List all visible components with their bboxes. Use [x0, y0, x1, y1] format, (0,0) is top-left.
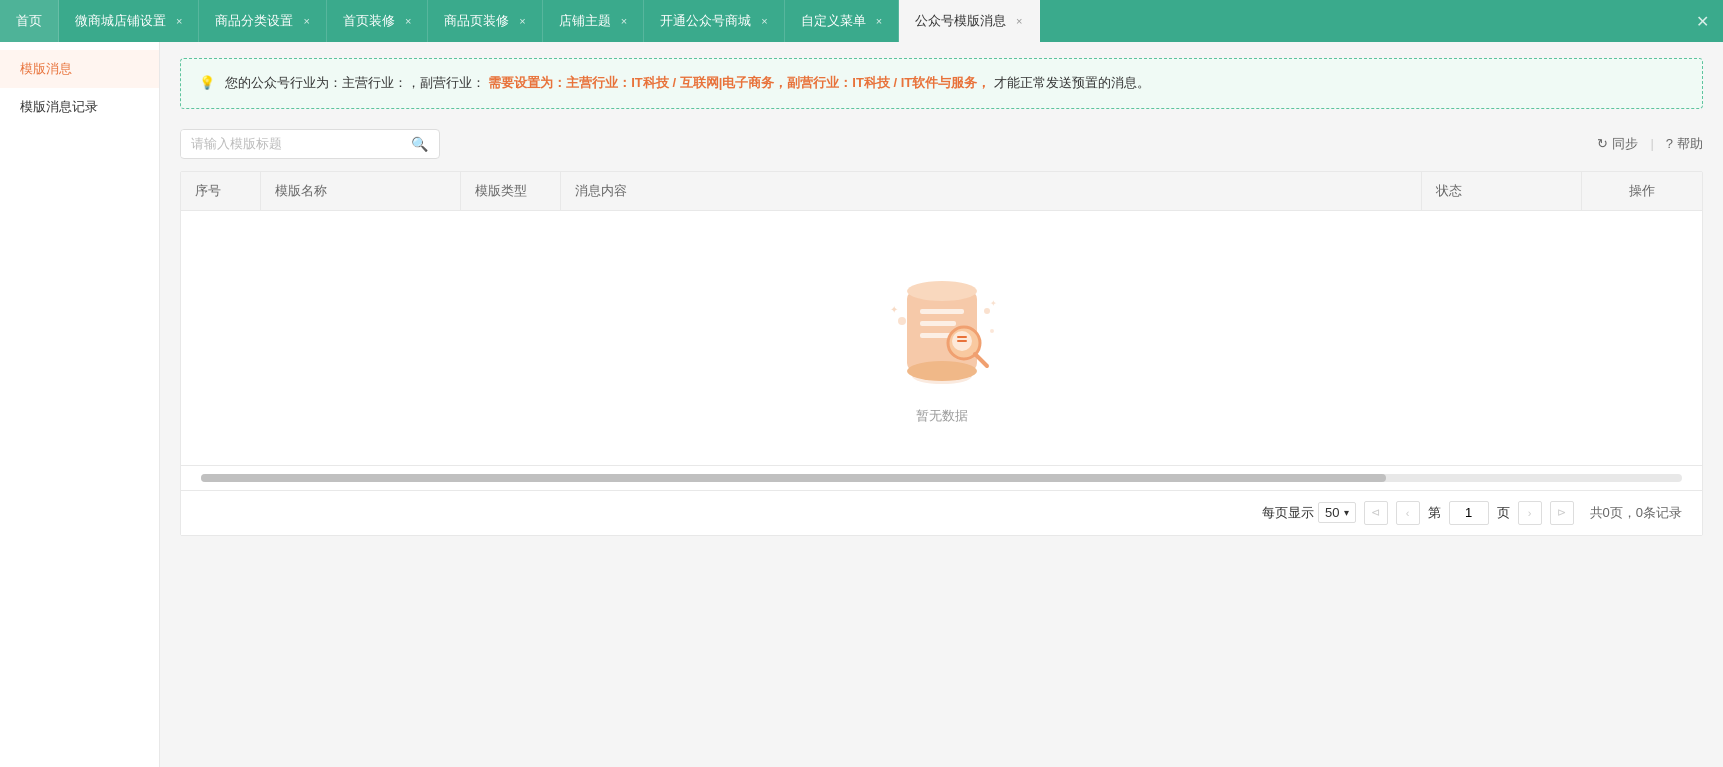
svg-point-2 [907, 281, 977, 301]
tab-1[interactable]: 微商城店铺设置 × [59, 0, 199, 42]
tab-6[interactable]: 开通公众号商城 × [644, 0, 784, 42]
search-input-wrap: 🔍 [180, 129, 440, 159]
empty-text: 暂无数据 [916, 407, 968, 425]
tab-3[interactable]: 首页装修 × [327, 0, 428, 42]
tab-7[interactable]: 自定义菜单 × [785, 0, 899, 42]
toolbar-right: ↻ 同步 | ? 帮助 [1597, 135, 1703, 153]
help-button[interactable]: ? 帮助 [1666, 135, 1703, 153]
total-count: 共0页，0条记录 [1590, 504, 1682, 522]
svg-point-12 [898, 317, 906, 325]
chevron-down-icon: ▾ [1344, 507, 1349, 518]
pagination: 每页显示 50 ▾ ⊲ ‹ 第 页 › ⊳ 共0页，0条记录 [181, 490, 1702, 535]
tab-label-8: 公众号模版消息 [915, 12, 1006, 30]
th-status: 状态 [1422, 172, 1582, 210]
th-action: 操作 [1582, 172, 1702, 210]
svg-rect-4 [920, 309, 964, 314]
tab-close-3[interactable]: × [405, 15, 411, 27]
help-icon: ? [1666, 136, 1673, 151]
first-page-button[interactable]: ⊲ [1364, 501, 1388, 525]
svg-point-3 [907, 361, 977, 381]
next-page-button[interactable]: › [1518, 501, 1542, 525]
tab-close-1[interactable]: × [176, 15, 182, 27]
tab-label-3: 首页装修 [343, 12, 395, 30]
horizontal-scrollbar[interactable] [181, 465, 1702, 490]
tab-label-5: 店铺主题 [559, 12, 611, 30]
toolbar-divider: | [1650, 136, 1653, 151]
search-input[interactable] [181, 130, 401, 157]
page-size-dropdown[interactable]: 50 ▾ [1318, 502, 1355, 523]
tab-close-4[interactable]: × [519, 15, 525, 27]
empty-illustration: ✦ ✦ [882, 271, 1002, 391]
tab-close-7[interactable]: × [876, 15, 882, 27]
th-type: 模版类型 [461, 172, 561, 210]
bulb-icon: 💡 [199, 75, 215, 90]
page-size-value: 50 [1325, 505, 1339, 520]
page-prefix-label: 第 [1428, 504, 1441, 522]
sync-label: 同步 [1612, 135, 1638, 153]
main-layout: 模版消息模版消息记录 💡 您的公众号行业为：主营行业：，副营行业： 需要设置为：… [0, 42, 1723, 767]
table-header: 序号 模版名称 模版类型 消息内容 状态 操作 [181, 172, 1702, 211]
tab-label-7: 自定义菜单 [801, 12, 866, 30]
svg-rect-5 [920, 321, 956, 326]
tab-0[interactable]: 首页 [0, 0, 59, 42]
tab-close-8[interactable]: × [1016, 15, 1022, 27]
svg-point-14 [990, 329, 994, 333]
prev-page-button[interactable]: ‹ [1396, 501, 1420, 525]
tab-5[interactable]: 店铺主题 × [543, 0, 644, 42]
search-button[interactable]: 🔍 [401, 130, 438, 158]
info-banner: 💡 您的公众号行业为：主营行业：，副营行业： 需要设置为：主营行业：IT科技 /… [180, 58, 1703, 109]
page-number-input[interactable] [1449, 501, 1489, 525]
svg-point-13 [984, 308, 990, 314]
sidebar-item-1[interactable]: 模版消息记录 [0, 88, 159, 126]
th-name: 模版名称 [261, 172, 461, 210]
last-page-button[interactable]: ⊳ [1550, 501, 1574, 525]
page-size-label: 每页显示 [1262, 504, 1314, 522]
info-highlight: 需要设置为：主营行业：IT科技 / 互联网|电子商务，副营行业：IT科技 / I… [488, 75, 990, 90]
scrollbar-track [201, 474, 1682, 482]
global-close-button[interactable]: ✕ [1681, 0, 1723, 42]
svg-text:✦: ✦ [990, 299, 997, 308]
tab-close-2[interactable]: × [303, 15, 309, 27]
help-label: 帮助 [1677, 135, 1703, 153]
tab-label-6: 开通公众号商城 [660, 12, 751, 30]
page-size-select: 每页显示 50 ▾ [1262, 502, 1355, 523]
sidebar-item-0[interactable]: 模版消息 [0, 50, 159, 88]
th-content: 消息内容 [561, 172, 1422, 210]
sync-button[interactable]: ↻ 同步 [1597, 135, 1638, 153]
page-unit-label: 页 [1497, 504, 1510, 522]
content-area: 💡 您的公众号行业为：主营行业：，副营行业： 需要设置为：主营行业：IT科技 /… [160, 42, 1723, 767]
sync-icon: ↻ [1597, 136, 1608, 151]
tab-close-6[interactable]: × [761, 15, 767, 27]
th-seq: 序号 [181, 172, 261, 210]
empty-state: ✦ ✦ 暂无数据 [181, 211, 1702, 465]
tab-2[interactable]: 商品分类设置 × [199, 0, 326, 42]
scrollbar-thumb[interactable] [201, 474, 1386, 482]
data-table: 序号 模版名称 模版类型 消息内容 状态 操作 [180, 171, 1703, 536]
tab-8[interactable]: 公众号模版消息 × [899, 0, 1039, 42]
search-area: 🔍 ↻ 同步 | ? 帮助 [180, 129, 1703, 159]
tab-label-4: 商品页装修 [444, 12, 509, 30]
tab-4[interactable]: 商品页装修 × [428, 0, 542, 42]
tab-label-2: 商品分类设置 [215, 12, 293, 30]
tab-label-1: 微商城店铺设置 [75, 12, 166, 30]
top-tab-bar: 首页微商城店铺设置×商品分类设置×首页装修×商品页装修×店铺主题×开通公众号商城… [0, 0, 1723, 42]
info-prefix: 您的公众号行业为：主营行业：，副营行业： [225, 75, 485, 90]
tab-close-5[interactable]: × [621, 15, 627, 27]
sidebar: 模版消息模版消息记录 [0, 42, 160, 767]
info-suffix: 才能正常发送预置的消息。 [994, 75, 1150, 90]
svg-text:✦: ✦ [890, 304, 898, 315]
tab-label-0: 首页 [16, 12, 42, 30]
